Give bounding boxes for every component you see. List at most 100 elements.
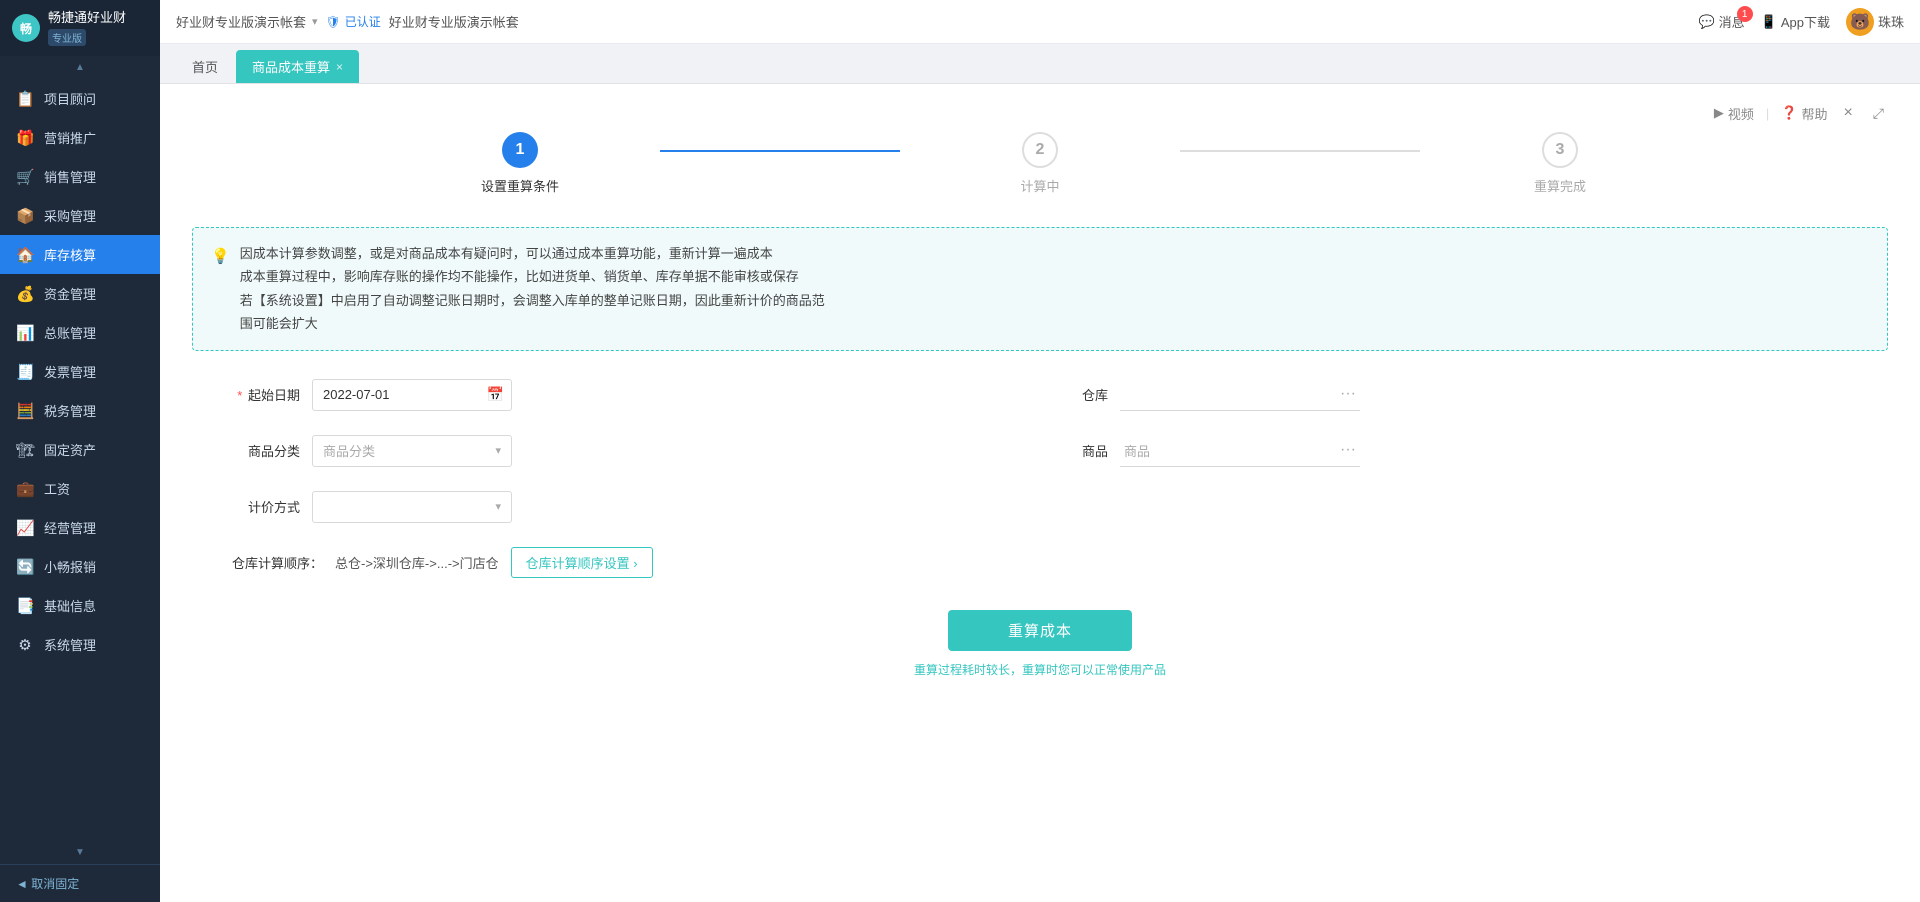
- warehouse-order-value: 总仓->深圳仓库->...->门店仓: [335, 553, 499, 572]
- sidebar-item-label: 营销推广: [44, 128, 96, 147]
- tax-icon: 🧮: [16, 402, 34, 420]
- submit-tip: 重算过程耗时较长，重算时您可以正常使用产品: [914, 661, 1166, 678]
- sidebar-item-expense[interactable]: 🔄 小畅报销: [0, 547, 160, 586]
- step-line-2: [1180, 150, 1420, 152]
- submit-area: 重算成本 重算过程耗时较长，重算时您可以正常使用产品: [192, 610, 1888, 678]
- content-area: ▶ 视频 | ❓ 帮助 × ⤢ 1 设置重算条件: [160, 84, 1920, 902]
- tab-close-icon[interactable]: ×: [336, 60, 343, 74]
- sidebar-item-invoice[interactable]: 🧾 发票管理: [0, 352, 160, 391]
- step-2: 2 计算中: [900, 132, 1180, 195]
- finance-icon: 💰: [16, 285, 34, 303]
- sidebar-item-project[interactable]: 📋 项目顾问: [0, 79, 160, 118]
- sidebar-item-tax[interactable]: 🧮 税务管理: [0, 391, 160, 430]
- lightbulb-icon: 💡: [211, 243, 230, 336]
- recalculate-button[interactable]: 重算成本: [948, 610, 1132, 651]
- sidebar-item-marketing[interactable]: 🎁 营销推广: [0, 118, 160, 157]
- sidebar-item-label: 采购管理: [44, 206, 96, 225]
- purchase-icon: 📦: [16, 207, 34, 225]
- step-2-label: 计算中: [1020, 176, 1059, 195]
- sidebar-item-accounting[interactable]: 📊 总账管理: [0, 313, 160, 352]
- warehouse-order-settings-button[interactable]: 仓库计算顺序设置 ›: [511, 547, 653, 578]
- sidebar-item-label: 总账管理: [44, 323, 96, 342]
- app-name: 畅捷通好业财: [48, 10, 126, 27]
- assets-icon: 🏗: [16, 441, 34, 459]
- pricing-group: 计价方式 ▾: [232, 491, 1040, 523]
- sidebar-header: 畅 畅捷通好业财 专业版: [0, 0, 160, 56]
- tab-home-label: 首页: [192, 60, 218, 75]
- product-input[interactable]: 商品 ···: [1120, 435, 1360, 467]
- verified-badge: 🛡 已认证: [326, 13, 381, 30]
- warehouse-input[interactable]: ···: [1120, 379, 1360, 411]
- tab-recalc[interactable]: 商品成本重算 ×: [236, 50, 359, 83]
- sidebar-item-label: 基础信息: [44, 596, 96, 615]
- message-icon: 💬: [1698, 14, 1714, 30]
- sidebar-item-operations[interactable]: 📈 经营管理: [0, 508, 160, 547]
- sidebar-item-label: 经营管理: [44, 518, 96, 537]
- form-row-2: 商品分类 商品分类 ▾ 商品 商品 ···: [232, 435, 1848, 467]
- calendar-icon[interactable]: 📅: [487, 386, 504, 403]
- salary-icon: 💼: [16, 480, 34, 498]
- category-label: 商品分类: [232, 441, 312, 460]
- sidebar-item-label: 发票管理: [44, 362, 96, 381]
- topbar-left: 好业财专业版演示帐套 ▾ 🛡 已认证 好业财专业版演示帐套: [176, 12, 1690, 31]
- required-star: *: [237, 388, 242, 403]
- warehouse-dots-icon[interactable]: ···: [1340, 385, 1356, 403]
- category-select[interactable]: 商品分类 ▾: [312, 435, 512, 467]
- invoice-icon: 🧾: [16, 363, 34, 381]
- verified-account-name: 好业财专业版演示帐套: [389, 12, 519, 31]
- step-3-label: 重算完成: [1534, 176, 1586, 195]
- app-logo-icon: 畅: [12, 14, 40, 42]
- unpin-button[interactable]: ◄ 取消固定: [0, 864, 160, 902]
- app-download-label: App下载: [1781, 12, 1830, 31]
- accounting-icon: 📊: [16, 324, 34, 342]
- product-dots-icon[interactable]: ···: [1340, 441, 1356, 459]
- verified-text: 已认证: [345, 13, 381, 30]
- sidebar-item-finance[interactable]: 💰 资金管理: [0, 274, 160, 313]
- start-date-input[interactable]: [312, 379, 512, 411]
- sidebar-item-sales[interactable]: 🛒 销售管理: [0, 157, 160, 196]
- info-box: 💡 因成本计算参数调整，或是对商品成本有疑问时，可以通过成本重算功能，重新计算一…: [192, 227, 1888, 351]
- chevron-down-icon: ▾: [495, 444, 501, 457]
- chevron-down-icon: ▾: [312, 15, 318, 28]
- sidebar-item-label: 资金管理: [44, 284, 96, 303]
- sidebar-item-label: 销售管理: [44, 167, 96, 186]
- sidebar-item-label: 税务管理: [44, 401, 96, 420]
- message-badge: 1: [1737, 6, 1753, 22]
- marketing-icon: 🎁: [16, 129, 34, 147]
- start-date-group: * 起始日期 📅: [232, 379, 1040, 411]
- topbar: 好业财专业版演示帐套 ▾ 🛡 已认证 好业财专业版演示帐套 💬 消息 1 📱 A…: [160, 0, 1920, 44]
- sidebar-item-label: 库存核算: [44, 245, 96, 264]
- sidebar: 畅 畅捷通好业财 专业版 ▲ 📋 项目顾问 🎁 营销推广 🛒 销售管理 📦 采购…: [0, 0, 160, 902]
- account-selector[interactable]: 好业财专业版演示帐套 ▾: [176, 12, 318, 31]
- sidebar-item-purchase[interactable]: 📦 采购管理: [0, 196, 160, 235]
- pricing-select[interactable]: ▾: [312, 491, 512, 523]
- start-date-input-wrapper: 📅: [312, 379, 512, 411]
- scroll-down-arrow[interactable]: ▼: [75, 847, 85, 858]
- shield-icon: 🛡: [326, 15, 341, 29]
- sidebar-item-assets[interactable]: 🏗 固定资产: [0, 430, 160, 469]
- edition-badge: 专业版: [48, 29, 86, 46]
- app-download-button[interactable]: 📱 App下载: [1761, 12, 1830, 31]
- tab-home[interactable]: 首页: [176, 50, 234, 83]
- scroll-up-arrow[interactable]: ▲: [75, 62, 85, 73]
- category-placeholder: 商品分类: [323, 441, 375, 460]
- sidebar-item-system[interactable]: ⚙ 系统管理: [0, 625, 160, 664]
- user-name: 珠珠: [1878, 12, 1904, 31]
- sidebar-item-salary[interactable]: 💼 工资: [0, 469, 160, 508]
- system-icon: ⚙: [16, 636, 34, 654]
- category-group: 商品分类 商品分类 ▾: [232, 435, 1040, 467]
- expense-icon: 🔄: [16, 558, 34, 576]
- tabbar: 首页 商品成本重算 ×: [160, 44, 1920, 84]
- step-3-circle: 3: [1542, 132, 1578, 168]
- step-2-circle: 2: [1022, 132, 1058, 168]
- sidebar-item-label: 固定资产: [44, 440, 96, 459]
- sidebar-nav: 📋 项目顾问 🎁 营销推广 🛒 销售管理 📦 采购管理 🏠 库存核算 💰 资金管…: [0, 75, 160, 845]
- sidebar-item-basic[interactable]: 📑 基础信息: [0, 586, 160, 625]
- sidebar-item-inventory[interactable]: 🏠 库存核算: [0, 235, 160, 274]
- sidebar-item-label: 项目顾问: [44, 89, 96, 108]
- user-avatar[interactable]: 🐻 珠珠: [1846, 8, 1904, 36]
- step-line-1: [660, 150, 900, 152]
- inventory-icon: 🏠: [16, 246, 34, 264]
- message-button[interactable]: 💬 消息 1: [1698, 12, 1744, 31]
- step-1-label: 设置重算条件: [481, 176, 559, 195]
